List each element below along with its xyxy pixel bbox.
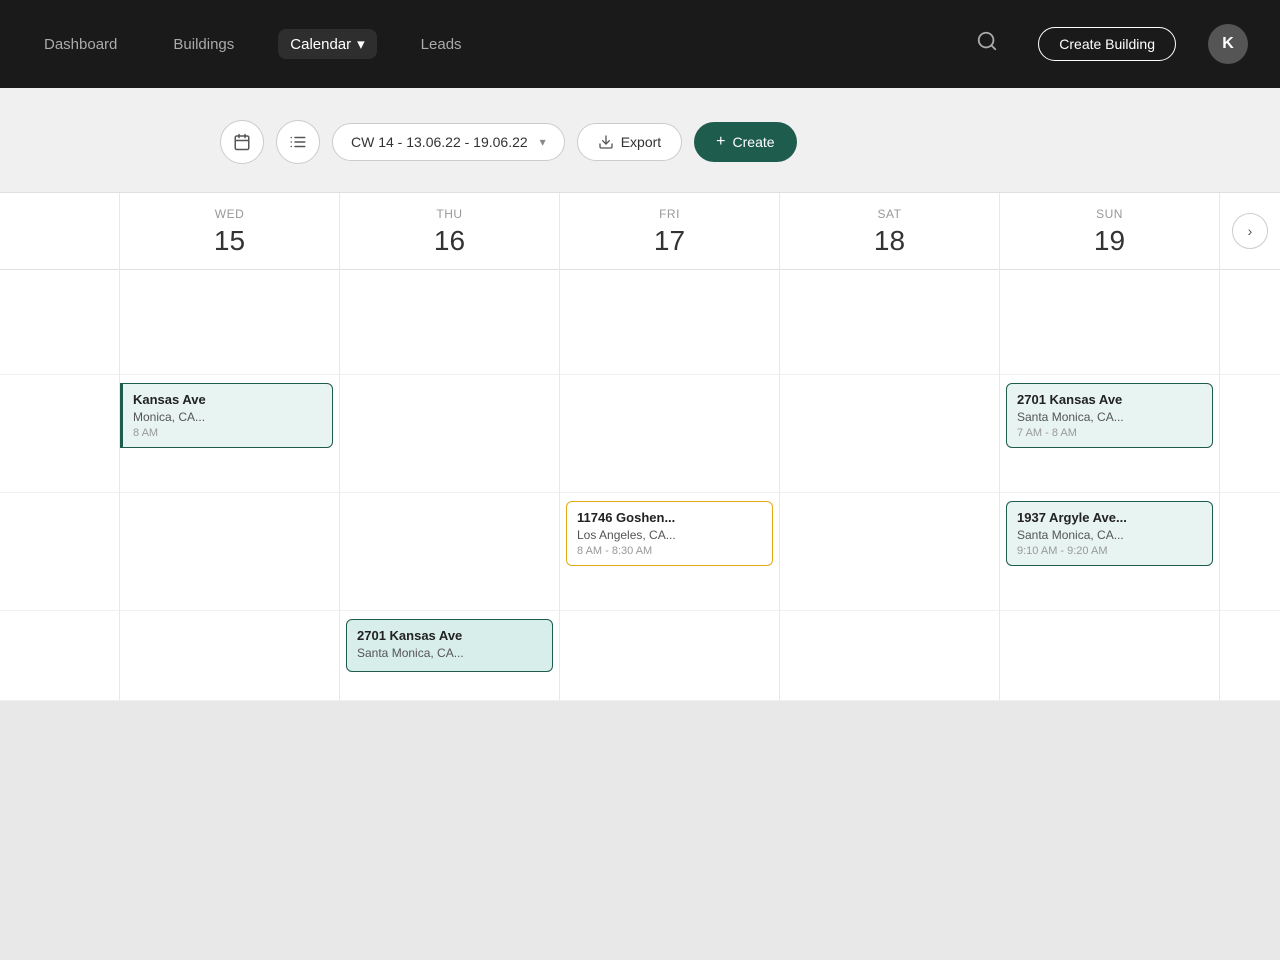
nav-cell-r4 [1220,611,1280,701]
event-subtitle: Los Angeles, CA... [577,528,762,542]
event-title: 2701 Kansas Ave [1017,392,1202,407]
time-cell-r4 [0,611,120,701]
time-col-header [0,193,120,270]
export-label: Export [621,134,661,150]
sun-cell-r4[interactable] [1000,611,1220,701]
toolbar: CW 14 - 13.06.22 - 19.06.22 ▾ Export + C… [0,88,1280,192]
event-title: Kansas Ave [133,392,322,407]
event-2701-kansas-sun[interactable]: 2701 Kansas Ave Santa Monica, CA... 7 AM… [1006,383,1213,448]
day-header-sun: SUN 19 [1000,193,1220,270]
week-label: CW 14 - 13.06.22 - 19.06.22 [351,134,528,150]
wed-cell-r1[interactable] [120,270,340,375]
week-selector[interactable]: CW 14 - 13.06.22 - 19.06.22 ▾ [332,123,565,161]
calendar-row-3: 11746 Goshen... Los Angeles, CA... 8 AM … [0,493,1280,611]
sat-cell-r4[interactable] [780,611,1000,701]
nav-calendar[interactable]: Calendar ▾ [278,29,376,59]
week-chevron-icon: ▾ [540,135,546,149]
calendar-row-1 [0,270,1280,375]
event-subtitle: Santa Monica, CA... [1017,410,1202,424]
thu-cell-r1[interactable] [340,270,560,375]
event-time: 8 AM - 8:30 AM [577,545,762,557]
navbar: Dashboard Buildings Calendar ▾ Leads Cre… [0,0,1280,88]
sat-cell-r3[interactable] [780,493,1000,611]
create-plus-icon: + [716,133,725,151]
calendar-row-4: 2701 Kansas Ave Santa Monica, CA... [0,611,1280,701]
event-title: 11746 Goshen... [577,510,762,525]
event-subtitle: Santa Monica, CA... [357,646,542,660]
calendar-view-button[interactable] [220,120,264,164]
sun-cell-r1[interactable] [1000,270,1220,375]
nav-cell-r2 [1220,375,1280,493]
search-icon[interactable] [968,22,1006,66]
event-subtitle: Monica, CA... [133,410,322,424]
time-cell-r3 [0,493,120,611]
calendar-header: WED 15 THU 16 FRI 17 SAT 18 SUN 19 › [0,192,1280,270]
fri-cell-r4[interactable] [560,611,780,701]
nav-dashboard[interactable]: Dashboard [32,30,129,59]
day-header-thu: THU 16 [340,193,560,270]
create-building-button[interactable]: Create Building [1038,27,1176,61]
day-header-fri: FRI 17 [560,193,780,270]
event-time: 8 AM [133,427,322,439]
nav-buildings[interactable]: Buildings [161,30,246,59]
nav-col-header: › [1220,193,1280,270]
event-subtitle: Santa Monica, CA... [1017,528,1202,542]
create-label: Create [733,134,775,150]
nav-cell-r3 [1220,493,1280,611]
nav-calendar-label: Calendar [290,36,351,53]
wed-cell-r2[interactable]: Kansas Ave Monica, CA... 8 AM [120,375,340,493]
event-time: 9:10 AM - 9:20 AM [1017,545,1202,557]
list-view-button[interactable] [276,120,320,164]
thu-cell-r3[interactable] [340,493,560,611]
calendar-chevron-icon: ▾ [357,35,365,53]
event-title: 2701 Kansas Ave [357,628,542,643]
day-header-wed: WED 15 [120,193,340,270]
sun-cell-r3[interactable]: 1937 Argyle Ave... Santa Monica, CA... 9… [1000,493,1220,611]
day-header-sat: SAT 18 [780,193,1000,270]
next-week-button[interactable]: › [1232,213,1268,249]
fri-cell-r3[interactable]: 11746 Goshen... Los Angeles, CA... 8 AM … [560,493,780,611]
sat-cell-r1[interactable] [780,270,1000,375]
nav-leads[interactable]: Leads [409,30,474,59]
avatar[interactable]: K [1208,24,1248,64]
sun-cell-r2[interactable]: 2701 Kansas Ave Santa Monica, CA... 7 AM… [1000,375,1220,493]
sat-cell-r2[interactable] [780,375,1000,493]
wed-cell-r3[interactable] [120,493,340,611]
export-button[interactable]: Export [577,123,682,161]
calendar-container: WED 15 THU 16 FRI 17 SAT 18 SUN 19 › [0,192,1280,701]
nav-cell-r1 [1220,270,1280,375]
thu-cell-r4[interactable]: 2701 Kansas Ave Santa Monica, CA... [340,611,560,701]
thu-cell-r2[interactable] [340,375,560,493]
calendar-row-2: Kansas Ave Monica, CA... 8 AM 2701 Kansa… [0,375,1280,493]
time-cell-r1 [0,270,120,375]
fri-cell-r1[interactable] [560,270,780,375]
wed-cell-r4[interactable] [120,611,340,701]
event-argyle-sun[interactable]: 1937 Argyle Ave... Santa Monica, CA... 9… [1006,501,1213,566]
time-cell-r2 [0,375,120,493]
event-goshen-fri[interactable]: 11746 Goshen... Los Angeles, CA... 8 AM … [566,501,773,566]
event-2701-kansas-thu[interactable]: 2701 Kansas Ave Santa Monica, CA... [346,619,553,672]
create-button[interactable]: + Create [694,122,796,162]
fri-cell-r2[interactable] [560,375,780,493]
event-kansas-wed[interactable]: Kansas Ave Monica, CA... 8 AM [120,383,333,448]
event-time: 7 AM - 8 AM [1017,427,1202,439]
event-title: 1937 Argyle Ave... [1017,510,1202,525]
